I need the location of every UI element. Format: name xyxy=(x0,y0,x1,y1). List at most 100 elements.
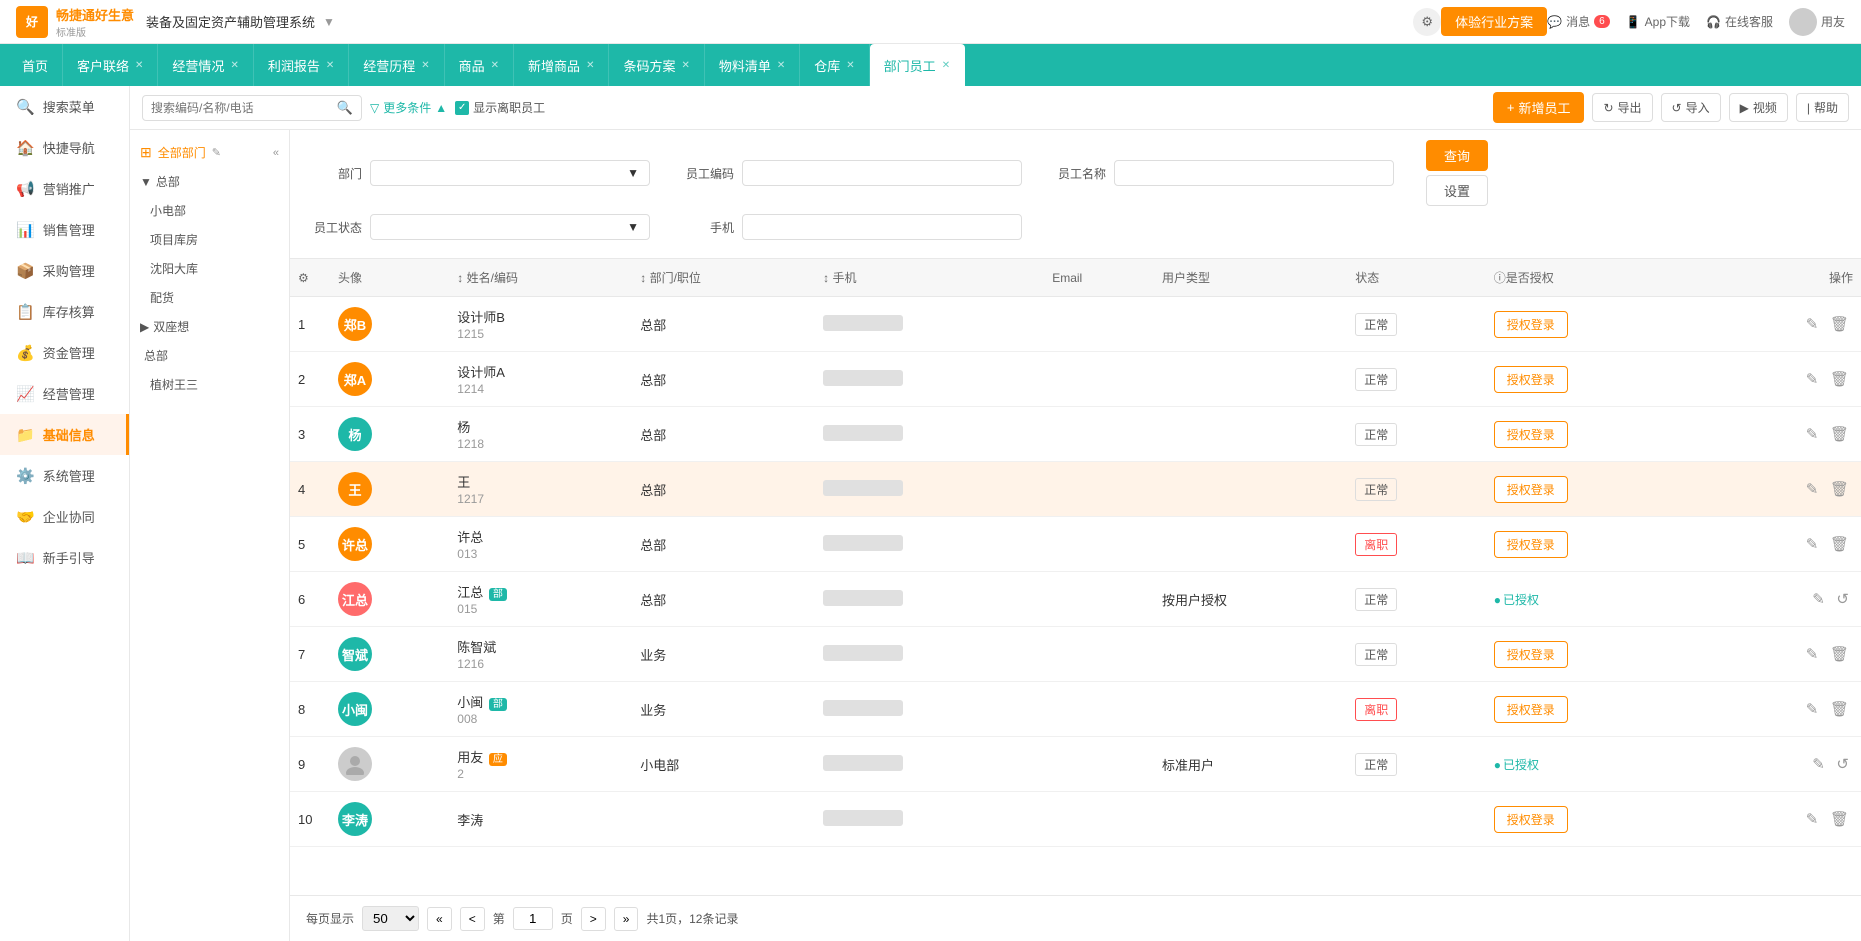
sidebar-item-guide[interactable]: 📖 新手引导 xyxy=(0,537,129,578)
export-button[interactable]: ↻ 导出 xyxy=(1592,93,1652,122)
trial-button[interactable]: 体验行业方案 xyxy=(1441,7,1547,36)
edit-button[interactable]: ✎ xyxy=(1802,698,1823,720)
auth-login-button[interactable]: 授权登录 xyxy=(1494,641,1568,668)
search-input[interactable] xyxy=(151,101,331,115)
edit-button[interactable]: ✎ xyxy=(1802,808,1823,830)
delete-button[interactable]: 🗑 xyxy=(1826,643,1853,665)
edit-button[interactable]: ✎ xyxy=(1808,588,1829,610)
sidebar-item-operation[interactable]: 📈 经营管理 xyxy=(0,373,129,414)
message-button[interactable]: 💬 消息 6 xyxy=(1547,13,1610,30)
auth-login-button[interactable]: 授权登录 xyxy=(1494,476,1568,503)
edit-button[interactable]: ✎ xyxy=(1802,478,1823,500)
sidebar-item-marketing[interactable]: 📢 营销推广 xyxy=(0,168,129,209)
close-icon[interactable]: ✕ xyxy=(846,60,854,71)
dropdown-arrow-icon[interactable]: ▼ xyxy=(323,15,335,29)
th-name[interactable]: ↕ 姓名/编码 xyxy=(449,259,632,297)
auth-login-button[interactable]: 授权登录 xyxy=(1494,311,1568,338)
dept-tree-item-xiaodian[interactable]: 小电部 xyxy=(130,196,289,225)
close-icon[interactable]: ✕ xyxy=(230,60,238,71)
nav-tab-history[interactable]: 经营历程 ✕ xyxy=(349,44,444,86)
close-icon[interactable]: ✕ xyxy=(586,60,594,71)
th-settings[interactable]: ⚙ xyxy=(290,259,330,297)
edit-button[interactable]: ✎ xyxy=(1808,753,1829,775)
gear-button[interactable]: ⚙ xyxy=(1413,8,1441,36)
nav-tab-profit[interactable]: 利润报告 ✕ xyxy=(254,44,349,86)
dept-tree-item-project[interactable]: 项目库房 xyxy=(130,225,289,254)
dept-tree-item-zongbu[interactable]: ▼ 总部 xyxy=(130,167,289,196)
close-icon[interactable]: ✕ xyxy=(681,60,689,71)
prev-page-button[interactable]: < xyxy=(460,907,485,931)
sidebar-item-shortcut[interactable]: 🏠 快捷导航 xyxy=(0,127,129,168)
set-button[interactable]: 设置 xyxy=(1426,175,1488,206)
delete-button[interactable]: 🗑 xyxy=(1826,478,1853,500)
sidebar-item-search[interactable]: 🔍 搜索菜单 xyxy=(0,86,129,127)
sidebar-item-finance[interactable]: 💰 资金管理 xyxy=(0,332,129,373)
next-page-button[interactable]: > xyxy=(581,907,606,931)
sidebar-item-system[interactable]: ⚙️ 系统管理 xyxy=(0,455,129,496)
sidebar-item-basic-info[interactable]: 📁 基础信息 xyxy=(0,414,129,455)
nav-tab-customer[interactable]: 客户联络 ✕ xyxy=(63,44,158,86)
nav-tab-dept-staff[interactable]: 部门员工 ✕ xyxy=(870,44,965,86)
delete-button[interactable]: 🗑 xyxy=(1826,313,1853,335)
edit-button[interactable]: ✎ xyxy=(1802,313,1823,335)
per-page-select[interactable]: 50 20 100 xyxy=(362,906,419,931)
more-conditions-button[interactable]: ▽ 更多条件 ▲ xyxy=(370,99,447,116)
edit-button[interactable]: ✎ xyxy=(1802,423,1823,445)
delete-button[interactable]: ↺ xyxy=(1832,588,1853,610)
delete-button[interactable]: 🗑 xyxy=(1826,698,1853,720)
show-resigned-toggle[interactable]: ✓ 显示离职员工 xyxy=(455,99,545,116)
collapse-dept-icon[interactable]: « xyxy=(273,147,279,159)
close-icon[interactable]: ✕ xyxy=(135,60,143,71)
auth-login-button[interactable]: 授权登录 xyxy=(1494,806,1568,833)
nav-tab-goods[interactable]: 商品 ✕ xyxy=(445,44,514,86)
auth-login-button[interactable]: 授权登录 xyxy=(1494,531,1568,558)
sidebar-item-sales[interactable]: 📊 销售管理 xyxy=(0,209,129,250)
app-download-button[interactable]: 📱 App下载 xyxy=(1626,13,1690,30)
edit-button[interactable]: ✎ xyxy=(1802,533,1823,555)
delete-button[interactable]: 🗑 xyxy=(1826,533,1853,555)
nav-tab-new-goods[interactable]: 新增商品 ✕ xyxy=(514,44,609,86)
sidebar-item-collab[interactable]: 🤝 企业协同 xyxy=(0,496,129,537)
nav-tab-operation[interactable]: 经营情况 ✕ xyxy=(158,44,253,86)
emp-status-select[interactable]: ▼ xyxy=(370,214,650,240)
edit-button[interactable]: ✎ xyxy=(1802,643,1823,665)
dept-select[interactable]: ▼ xyxy=(370,160,650,186)
delete-button[interactable]: ↺ xyxy=(1832,753,1853,775)
emp-name-input[interactable] xyxy=(1114,160,1394,186)
user-menu[interactable]: 用友 xyxy=(1789,8,1845,36)
delete-button[interactable]: 🗑 xyxy=(1826,368,1853,390)
dept-tree-item-shuangzuoxiang[interactable]: ▶ 双座想 xyxy=(130,312,289,341)
import-button[interactable]: ↺ 导入 xyxy=(1661,93,1721,122)
query-button[interactable]: 查询 xyxy=(1426,140,1488,171)
nav-tab-bom[interactable]: 物料清单 ✕ xyxy=(705,44,800,86)
first-page-button[interactable]: « xyxy=(427,907,452,931)
sidebar-item-purchase[interactable]: 📦 采购管理 xyxy=(0,250,129,291)
nav-tab-home[interactable]: 首页 xyxy=(8,44,63,86)
nav-tab-warehouse[interactable]: 仓库 ✕ xyxy=(800,44,869,86)
close-icon[interactable]: ✕ xyxy=(777,60,785,71)
page-number-input[interactable] xyxy=(513,907,553,930)
auth-login-button[interactable]: 授权登录 xyxy=(1494,421,1568,448)
edit-dept-icon[interactable]: ✎ xyxy=(212,146,221,159)
nav-tab-barcode[interactable]: 条码方案 ✕ xyxy=(609,44,704,86)
emp-code-input[interactable] xyxy=(742,160,1022,186)
th-phone[interactable]: ↕ 手机 xyxy=(815,259,1044,297)
auth-login-button[interactable]: 授权登录 xyxy=(1494,366,1568,393)
close-icon[interactable]: ✕ xyxy=(326,60,334,71)
dept-tree-item-shenyang[interactable]: 沈阳大库 xyxy=(130,254,289,283)
dept-tree-item-zhishu[interactable]: 植树王三 xyxy=(130,370,289,399)
close-icon[interactable]: ✕ xyxy=(421,60,429,71)
add-employee-button[interactable]: + 新增员工 xyxy=(1493,92,1585,123)
online-service-button[interactable]: 🎧 在线客服 xyxy=(1706,13,1773,30)
close-icon[interactable]: ✕ xyxy=(491,60,499,71)
dept-tree-item-zongbu2[interactable]: 总部 xyxy=(130,341,289,370)
help-button[interactable]: | 帮助 xyxy=(1796,93,1849,122)
delete-button[interactable]: 🗑 xyxy=(1826,808,1853,830)
dept-tree-item-peihuo[interactable]: 配货 xyxy=(130,283,289,312)
phone-input[interactable] xyxy=(742,214,1022,240)
video-button[interactable]: ▶ 视频 xyxy=(1729,93,1788,122)
dept-tree-header[interactable]: ⊞ 全部部门 ✎ « xyxy=(130,138,289,167)
search-box[interactable]: 🔍 xyxy=(142,95,362,121)
sidebar-item-inventory[interactable]: 📋 库存核算 xyxy=(0,291,129,332)
close-icon[interactable]: ✕ xyxy=(942,60,950,71)
